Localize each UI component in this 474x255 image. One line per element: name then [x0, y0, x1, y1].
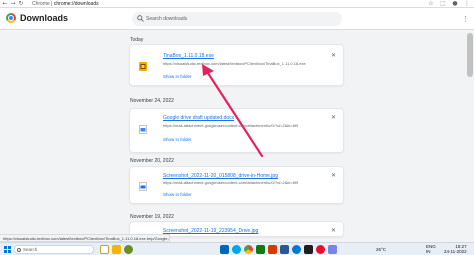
document-file-icon: [139, 125, 147, 134]
download-item: Screenshot_2022-11-20_015808_drive-in-Ho…: [130, 167, 343, 203]
more-actions-icon[interactable]: ⋮: [462, 15, 469, 23]
reload-icon[interactable]: ↻: [18, 1, 24, 7]
date-heading: November 19, 2022: [130, 214, 174, 220]
bookmark-star-icon[interactable]: ☆: [428, 1, 434, 7]
scrollbar[interactable]: [466, 31, 474, 234]
image-file-icon: [139, 182, 147, 191]
terminal-icon[interactable]: [304, 245, 313, 254]
show-in-folder-link[interactable]: Show in folder: [163, 74, 192, 80]
file-name-link[interactable]: TinaBox_1.11.0.18.exe: [163, 53, 214, 59]
mail-icon[interactable]: [220, 245, 229, 254]
installer-file-icon: [139, 62, 147, 71]
scrollbar-thumb[interactable]: [467, 33, 473, 77]
search-icon: [17, 248, 21, 252]
remove-download-icon[interactable]: ✕: [331, 173, 336, 179]
chrome-logo-icon: [6, 13, 16, 23]
region-code: IN: [426, 249, 431, 254]
download-item: Google drive draft updated.docx https://…: [130, 109, 343, 152]
task-view-icon[interactable]: [100, 245, 109, 254]
clock[interactable]: 18:27 24-11-2022: [444, 244, 467, 254]
browser-menu-icon[interactable]: ⋮: [464, 1, 470, 7]
language-indicator[interactable]: ENG IN: [426, 244, 436, 254]
remove-download-icon[interactable]: ✕: [331, 115, 336, 121]
windows-start-icon[interactable]: [4, 246, 11, 253]
media-app-icon[interactable]: [316, 245, 325, 254]
show-in-folder-link[interactable]: Show in folder: [163, 192, 192, 198]
address-bar[interactable]: ← → ↻ Chrome | chrome://downloads ☆ ⬚ ● …: [0, 0, 474, 8]
file-name-link[interactable]: Screenshot_2022-11-19_223954_Drive.jpg: [163, 228, 258, 234]
downloads-header: Downloads ⋮: [0, 8, 474, 30]
address-url[interactable]: Chrome | chrome://downloads: [32, 1, 99, 7]
clock-date: 24-11-2022: [444, 249, 467, 254]
date-heading: Today: [130, 37, 144, 43]
chrome-taskbar-icon[interactable]: [244, 245, 253, 254]
file-name-link[interactable]: Google drive draft updated.docx: [163, 115, 234, 121]
file-source-url[interactable]: https://visualstudio.textbox.com/latest/…: [163, 61, 333, 66]
file-source-url[interactable]: https://mail-attachment.googleuserconten…: [163, 180, 333, 185]
word-icon[interactable]: [280, 245, 289, 254]
extensions-icon[interactable]: ⬚: [440, 1, 446, 7]
address-prefix: Chrome |: [32, 1, 53, 7]
status-url-bubble: https://visualstudio.textbox.com/latest/…: [0, 234, 170, 242]
taskbar: Search 26°C ENG IN 18:27 24-11-2022: [0, 242, 474, 255]
excel-icon[interactable]: [256, 245, 265, 254]
file-name-link[interactable]: Screenshot_2022-11-20_015808_drive-in-Ho…: [163, 173, 278, 179]
show-in-folder-link[interactable]: Show in folder: [163, 137, 192, 143]
forward-icon[interactable]: →: [10, 1, 16, 7]
edge-browser-icon[interactable]: [232, 245, 241, 254]
game-app-icon[interactable]: [124, 245, 133, 254]
search-box[interactable]: [132, 12, 342, 26]
back-icon[interactable]: ←: [2, 1, 8, 7]
powerpoint-icon[interactable]: [268, 245, 277, 254]
search-input[interactable]: [146, 14, 336, 24]
remove-download-icon[interactable]: ✕: [331, 53, 336, 59]
weather-temperature[interactable]: 26°C: [376, 247, 386, 252]
remove-download-icon[interactable]: ✕: [331, 228, 336, 234]
profile-icon[interactable]: ●: [452, 1, 458, 7]
teams-icon[interactable]: [328, 245, 337, 254]
search-icon: [137, 15, 144, 22]
taskbar-search[interactable]: Search: [14, 245, 94, 254]
download-item: TinaBox_1.11.0.18.exe https://visualstud…: [130, 45, 343, 85]
date-heading: November 20, 2022: [130, 158, 174, 164]
date-heading: November 24, 2022: [130, 98, 174, 104]
address-url-text: chrome://downloads: [53, 1, 99, 7]
taskbar-search-label: Search: [23, 247, 38, 252]
file-source-url[interactable]: https://mail-attachment.googleuserconten…: [163, 123, 333, 128]
page-title: Downloads: [20, 13, 69, 23]
settings-app-icon[interactable]: [292, 245, 301, 254]
file-explorer-icon[interactable]: [112, 245, 121, 254]
